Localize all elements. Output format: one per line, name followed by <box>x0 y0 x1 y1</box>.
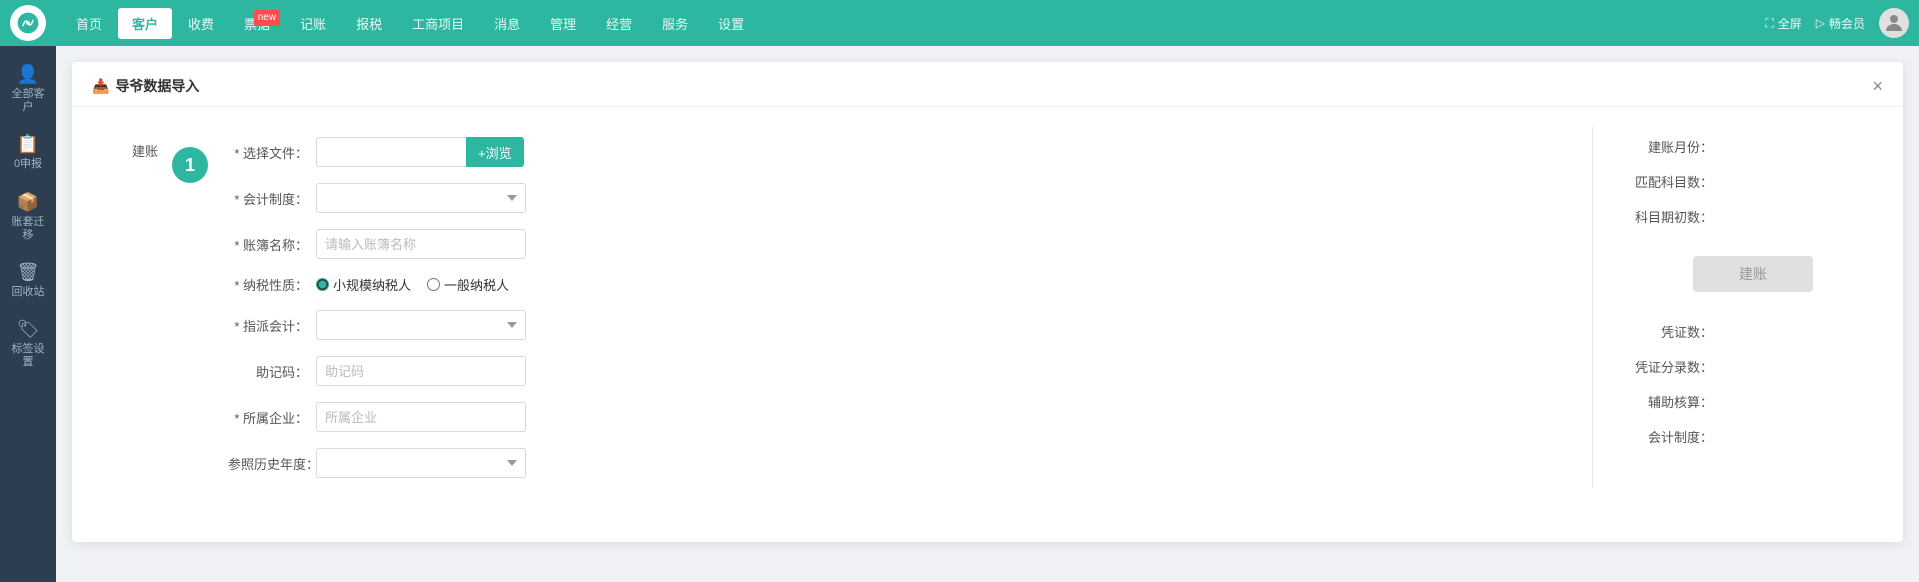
small-taxpayer-radio-input[interactable] <box>316 278 329 291</box>
nav-item-tax[interactable]: 报税 <box>342 8 396 39</box>
nav-item-management[interactable]: 管理 <box>536 8 590 39</box>
dialog-header: 📥 导爷数据导入 × <box>72 62 1903 107</box>
file-row: * 选择文件： +浏览 <box>228 137 1552 167</box>
general-taxpayer-radio[interactable]: 一般纳税人 <box>427 275 509 294</box>
reference-year-select[interactable] <box>316 448 526 478</box>
nav-item-home[interactable]: 首页 <box>62 8 116 39</box>
nav-item-fees[interactable]: 收费 <box>174 8 228 39</box>
nav-item-settings[interactable]: 设置 <box>704 8 758 39</box>
form-grid: * 选择文件： +浏览 * 会计制度： <box>228 137 1552 478</box>
info-area: 建账月份： 匹配科目数： 科目期初数： 建账 凭证数： <box>1603 127 1903 488</box>
memo-code-input[interactable] <box>316 356 526 386</box>
voucher-entries-row: 凭证分录数： <box>1623 357 1883 376</box>
main-content: 📥 导爷数据导入 × 建账 1 * 选择文件： <box>56 46 1919 582</box>
nav-item-clients[interactable]: 客户 <box>118 8 172 39</box>
step-label: 建账 <box>132 141 158 160</box>
nav-item-operations[interactable]: 经营 <box>592 8 646 39</box>
sidebar-item-account-migration[interactable]: 📦 账套迁移 <box>3 184 53 250</box>
dialog-title: 📥 导爷数据导入 <box>92 76 199 96</box>
match-subjects-label: 匹配科目数： <box>1623 172 1713 191</box>
account-name-input[interactable] <box>316 229 526 259</box>
file-label: * 选择文件： <box>228 143 308 162</box>
aux-accounting-label: 辅助核算： <box>1623 392 1713 411</box>
import-icon: 📥 <box>92 78 109 95</box>
match-subjects-row: 匹配科目数： <box>1623 172 1883 191</box>
recycle-bin-icon: 🗑 <box>17 262 40 283</box>
user-avatar[interactable] <box>1879 8 1909 38</box>
memo-code-row: 助记码： <box>228 356 1552 386</box>
nav-item-invoices[interactable]: 票据 new <box>230 8 284 39</box>
fullscreen-icon: ⛶ <box>1765 16 1773 31</box>
tag-settings-icon: 🏷 <box>17 319 40 340</box>
nav-right-actions: ⛶ 全屏 ▷ 畅会员 <box>1765 8 1909 38</box>
owner-company-label: * 所属企业： <box>228 408 308 427</box>
voucher-count-row: 凭证数： <box>1623 322 1883 341</box>
small-taxpayer-radio[interactable]: 小规模纳税人 <box>316 275 411 294</box>
owner-company-row: * 所属企业： <box>228 402 1552 432</box>
account-name-row: * 账簿名称： <box>228 229 1552 259</box>
account-month-row: 建账月份： <box>1623 137 1883 156</box>
file-input-group: +浏览 <box>316 137 524 167</box>
all-clients-icon: 👤 <box>17 64 39 85</box>
assign-accountant-label: * 指派会计： <box>228 316 308 335</box>
member-button[interactable]: ▷ 畅会员 <box>1816 15 1865 32</box>
play-icon: ▷ <box>1816 16 1825 30</box>
sidebar-item-tag-settings[interactable]: 🏷 标签设置 <box>3 311 53 377</box>
reference-year-label: 参照历史年度： <box>228 454 308 473</box>
assign-accountant-select[interactable] <box>316 310 526 340</box>
account-name-label: * 账簿名称： <box>228 235 308 254</box>
memo-code-label: 助记码： <box>228 362 308 381</box>
nav-items-list: 首页 客户 收费 票据 new 记账 报税 工商项目 消息 管理 经营 服务 设… <box>62 8 1765 39</box>
owner-company-input[interactable] <box>316 402 526 432</box>
account-system-row: * 会计制度： <box>228 183 1552 213</box>
nav-item-messages[interactable]: 消息 <box>480 8 534 39</box>
account-month-label: 建账月份： <box>1623 137 1713 156</box>
assign-accountant-row: * 指派会计： <box>228 310 1552 340</box>
period-initial-label: 科目期初数： <box>1623 207 1713 226</box>
app-logo[interactable] <box>10 5 46 41</box>
tax-nature-row: * 纳税性质： 小规模纳税人 一般纳税人 <box>228 275 1552 294</box>
reference-year-row: 参照历史年度： <box>228 448 1552 478</box>
dialog-body: 建账 1 * 选择文件： +浏览 * 会计制度： <box>72 107 1903 508</box>
new-badge: new <box>254 10 280 26</box>
sidebar-item-all-clients[interactable]: 👤 全部客户 <box>3 56 53 122</box>
account-system-label: * 会计制度： <box>228 189 308 208</box>
voucher-entries-label: 凭证分录数： <box>1623 357 1713 376</box>
sidebar-item-zero-declaration[interactable]: 📋 0申报 <box>3 126 53 179</box>
accounting-system-row: 会计制度： <box>1623 427 1883 446</box>
aux-accounting-row: 辅助核算： <box>1623 392 1883 411</box>
nav-item-business[interactable]: 工商项目 <box>398 8 478 39</box>
accounting-system-label: 会计制度： <box>1623 427 1713 446</box>
tax-nature-label: * 纳税性质： <box>228 275 308 294</box>
build-account-button[interactable]: 建账 <box>1693 256 1813 292</box>
period-initial-row: 科目期初数： <box>1623 207 1883 226</box>
voucher-count-label: 凭证数： <box>1623 322 1713 341</box>
account-migration-icon: 📦 <box>17 192 39 213</box>
left-sidebar: 👤 全部客户 📋 0申报 📦 账套迁移 🗑 回收站 🏷 标签设置 <box>0 46 56 582</box>
form-divider <box>1592 127 1593 488</box>
nav-item-services[interactable]: 服务 <box>648 8 702 39</box>
general-taxpayer-radio-input[interactable] <box>427 278 440 291</box>
close-button[interactable]: × <box>1872 77 1883 95</box>
sidebar-item-recycle-bin[interactable]: 🗑 回收站 <box>3 254 53 307</box>
file-input[interactable] <box>316 137 466 167</box>
tax-nature-radio-group: 小规模纳税人 一般纳税人 <box>316 275 509 294</box>
zero-declaration-icon: 📋 <box>17 134 39 155</box>
account-system-select[interactable] <box>316 183 526 213</box>
browse-button[interactable]: +浏览 <box>466 137 524 167</box>
nav-item-bookkeeping[interactable]: 记账 <box>286 8 340 39</box>
step-badge: 1 <box>172 147 208 183</box>
import-dialog: 📥 导爷数据导入 × 建账 1 * 选择文件： <box>72 62 1903 542</box>
form-area: 建账 1 * 选择文件： +浏览 * 会计制度： <box>72 127 1582 488</box>
top-navigation: 首页 客户 收费 票据 new 记账 报税 工商项目 消息 管理 经营 服务 设… <box>0 0 1919 46</box>
fullscreen-button[interactable]: ⛶ 全屏 <box>1765 15 1801 32</box>
